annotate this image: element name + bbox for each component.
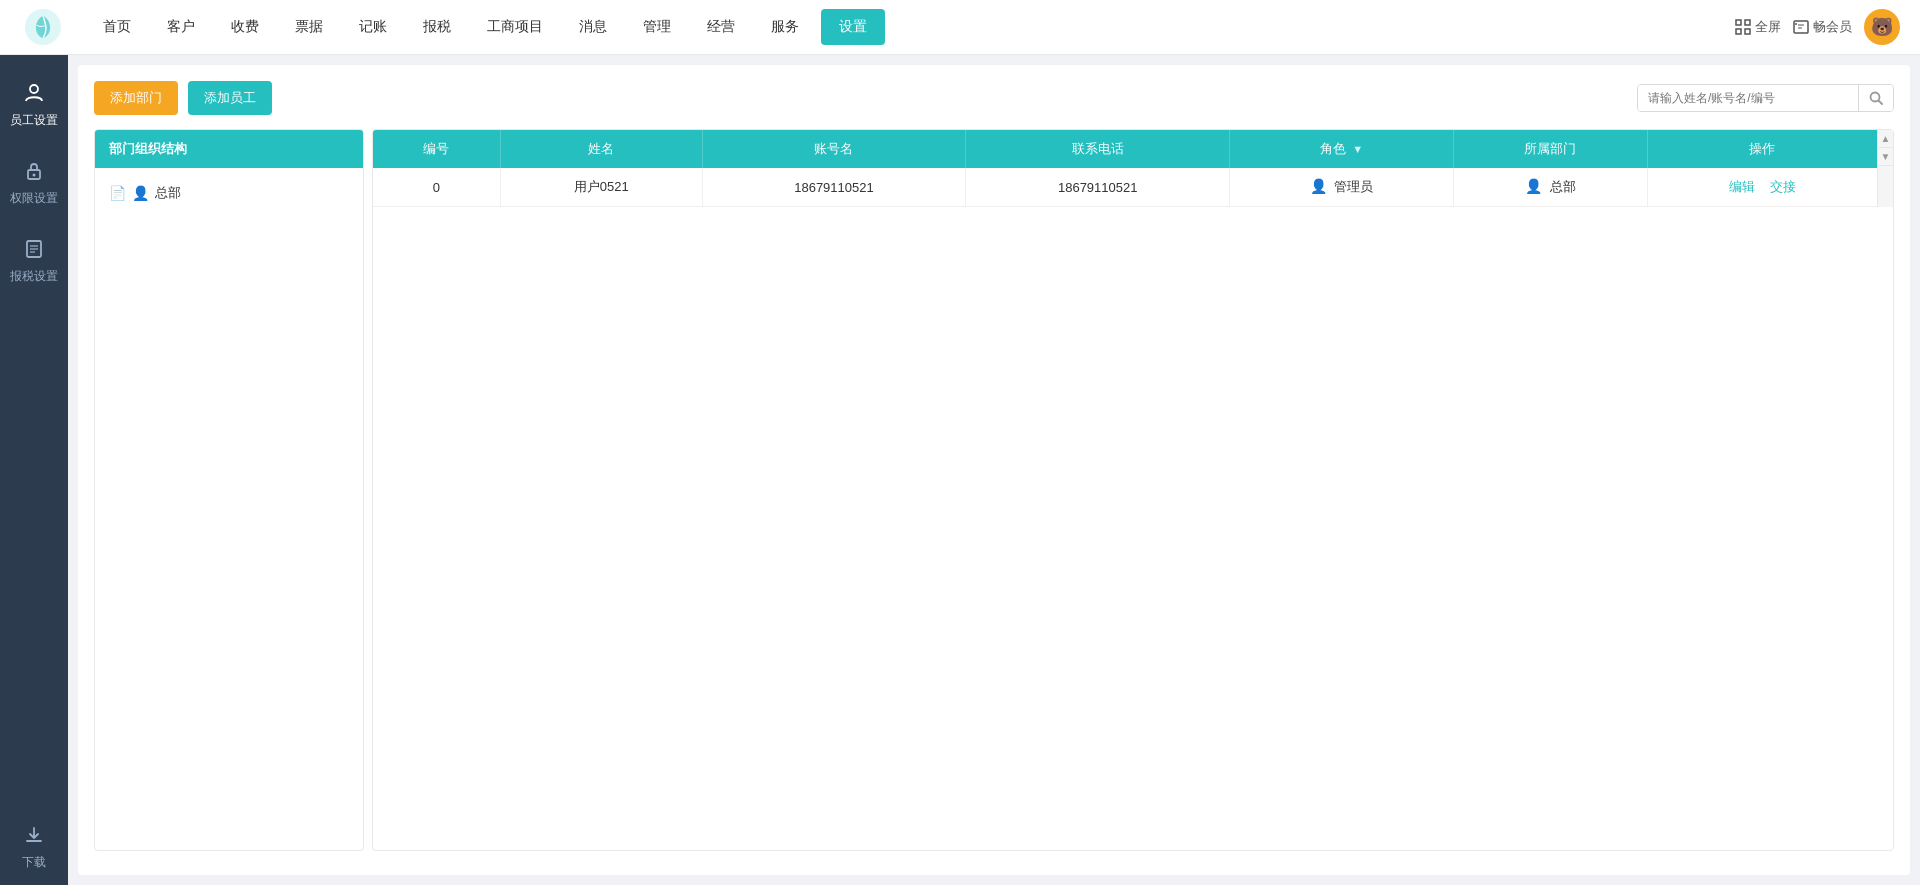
sidebar-item-employee[interactable]: 员工设置 — [0, 65, 68, 143]
dept-user-icon: 👤 — [1525, 178, 1542, 194]
svg-rect-4 — [1745, 29, 1750, 34]
col-name: 姓名 — [500, 130, 702, 168]
content-inner: 添加部门 添加员工 部门组织结构 — [78, 65, 1910, 875]
col-role[interactable]: 角色 ▼ — [1230, 130, 1454, 168]
table-row-wrap: 编号 姓名 账号名 — [373, 130, 1893, 207]
add-dept-button[interactable]: 添加部门 — [94, 81, 178, 115]
transfer-link[interactable]: 交接 — [1770, 179, 1796, 194]
sidebar-permissions-label: 权限设置 — [10, 190, 58, 207]
add-employee-button[interactable]: 添加员工 — [188, 81, 272, 115]
sidebar-item-download[interactable]: 下载 — [0, 807, 68, 885]
search-icon — [1869, 91, 1883, 105]
toolbar: 添加部门 添加员工 — [94, 81, 1894, 115]
member-btn[interactable]: 畅会员 — [1793, 18, 1852, 36]
scroll-up-btn[interactable]: ▲ — [1878, 130, 1893, 148]
svg-point-11 — [33, 174, 36, 177]
nav-billing[interactable]: 收费 — [213, 0, 277, 54]
user-group-icon: 👤 — [132, 185, 149, 201]
dept-panel: 部门组织结构 📄 👤 总部 — [94, 129, 364, 851]
sidebar-download-label: 下载 — [22, 854, 46, 871]
nav-settings[interactable]: 设置 — [821, 9, 885, 45]
nav-service[interactable]: 服务 — [753, 0, 817, 54]
table-header-row: 编号 姓名 账号名 — [373, 130, 1877, 168]
nav-business[interactable]: 工商项目 — [469, 0, 561, 54]
dept-tree-item-label: 总部 — [155, 184, 181, 202]
sidebar-bottom: 下载 — [0, 807, 68, 885]
nav-tax[interactable]: 报税 — [405, 0, 469, 54]
dept-panel-header: 部门组织结构 — [95, 130, 363, 168]
fullscreen-icon — [1735, 19, 1751, 35]
sidebar-employee-label: 员工设置 — [10, 112, 58, 129]
sidebar-tax-label: 报税设置 — [10, 268, 58, 285]
cell-name: 用户0521 — [500, 168, 702, 207]
nav-items: 首页 客户 收费 票据 记账 报税 工商项目 消息 管理 经营 服务 设置 — [85, 0, 1735, 54]
col-account: 账号名 — [702, 130, 966, 168]
svg-rect-5 — [1794, 21, 1808, 33]
dept-tree-item-root[interactable]: 📄 👤 总部 — [109, 178, 349, 208]
svg-point-9 — [30, 85, 38, 93]
cell-actions: 编辑 交接 — [1647, 168, 1877, 207]
member-icon — [1793, 19, 1809, 35]
nav-accounting[interactable]: 记账 — [341, 0, 405, 54]
filter-icon: ▼ — [1352, 143, 1363, 155]
nav-message[interactable]: 消息 — [561, 0, 625, 54]
avatar[interactable]: 🐻 — [1864, 9, 1900, 45]
col-actions: 操作 — [1647, 130, 1877, 168]
nav-home[interactable]: 首页 — [85, 0, 149, 54]
fullscreen-label: 全屏 — [1755, 18, 1781, 36]
top-nav-right: 全屏 畅会员 🐻 — [1735, 9, 1900, 45]
fullscreen-btn[interactable]: 全屏 — [1735, 18, 1781, 36]
search-box — [1637, 84, 1894, 112]
cell-role: 👤 管理员 — [1230, 168, 1454, 207]
person-icon — [20, 79, 48, 107]
nav-manage[interactable]: 管理 — [625, 0, 689, 54]
main-layout: 员工设置 权限设置 报税设置 — [0, 55, 1920, 885]
content-area: 添加部门 添加员工 部门组织结构 — [68, 55, 1920, 885]
report-icon — [20, 235, 48, 263]
svg-point-8 — [1795, 23, 1797, 25]
search-button[interactable] — [1858, 85, 1893, 111]
search-input[interactable] — [1638, 85, 1858, 111]
dept-tree: 📄 👤 总部 — [95, 168, 363, 218]
cell-id: 0 — [373, 168, 500, 207]
col-phone: 联系电话 — [966, 130, 1230, 168]
table-panel: 编号 姓名 账号名 — [372, 129, 1894, 851]
file-icon: 📄 — [109, 185, 126, 201]
employee-table: 编号 姓名 账号名 — [373, 130, 1877, 207]
scroll-down-btn[interactable]: ▼ — [1878, 148, 1893, 166]
logo — [10, 8, 75, 46]
edit-link[interactable]: 编辑 — [1729, 179, 1755, 194]
sidebar-item-permissions[interactable]: 权限设置 — [0, 143, 68, 221]
two-column-layout: 部门组织结构 📄 👤 总部 — [94, 129, 1894, 851]
col-id: 编号 — [373, 130, 500, 168]
role-label: 管理员 — [1334, 179, 1373, 194]
nav-operation[interactable]: 经营 — [689, 0, 753, 54]
nav-customer[interactable]: 客户 — [149, 0, 213, 54]
top-nav: 首页 客户 收费 票据 记账 报税 工商项目 消息 管理 经营 服务 设置 全屏 — [0, 0, 1920, 55]
svg-rect-2 — [1745, 20, 1750, 25]
table-scroll-controls: ▲ ▼ — [1877, 130, 1893, 207]
lock-icon — [20, 157, 48, 185]
svg-rect-3 — [1736, 29, 1741, 34]
svg-line-17 — [1879, 101, 1883, 105]
role-user-icon: 👤 — [1310, 178, 1327, 194]
member-label: 畅会员 — [1813, 18, 1852, 36]
toolbar-left: 添加部门 添加员工 — [94, 81, 272, 115]
dept-label: 总部 — [1550, 179, 1576, 194]
download-icon — [20, 821, 48, 849]
cell-dept: 👤 总部 — [1453, 168, 1647, 207]
cell-account: 18679110521 — [702, 168, 966, 207]
table-container: 编号 姓名 账号名 — [373, 130, 1877, 207]
col-dept: 所属部门 — [1453, 130, 1647, 168]
table-row: 0 用户0521 18679110521 18679110521 👤 管理员 — [373, 168, 1877, 207]
cell-phone: 18679110521 — [966, 168, 1230, 207]
svg-rect-1 — [1736, 20, 1741, 25]
sidebar-item-tax-settings[interactable]: 报税设置 — [0, 221, 68, 299]
sidebar: 员工设置 权限设置 报税设置 — [0, 55, 68, 885]
nav-invoice[interactable]: 票据 — [277, 0, 341, 54]
